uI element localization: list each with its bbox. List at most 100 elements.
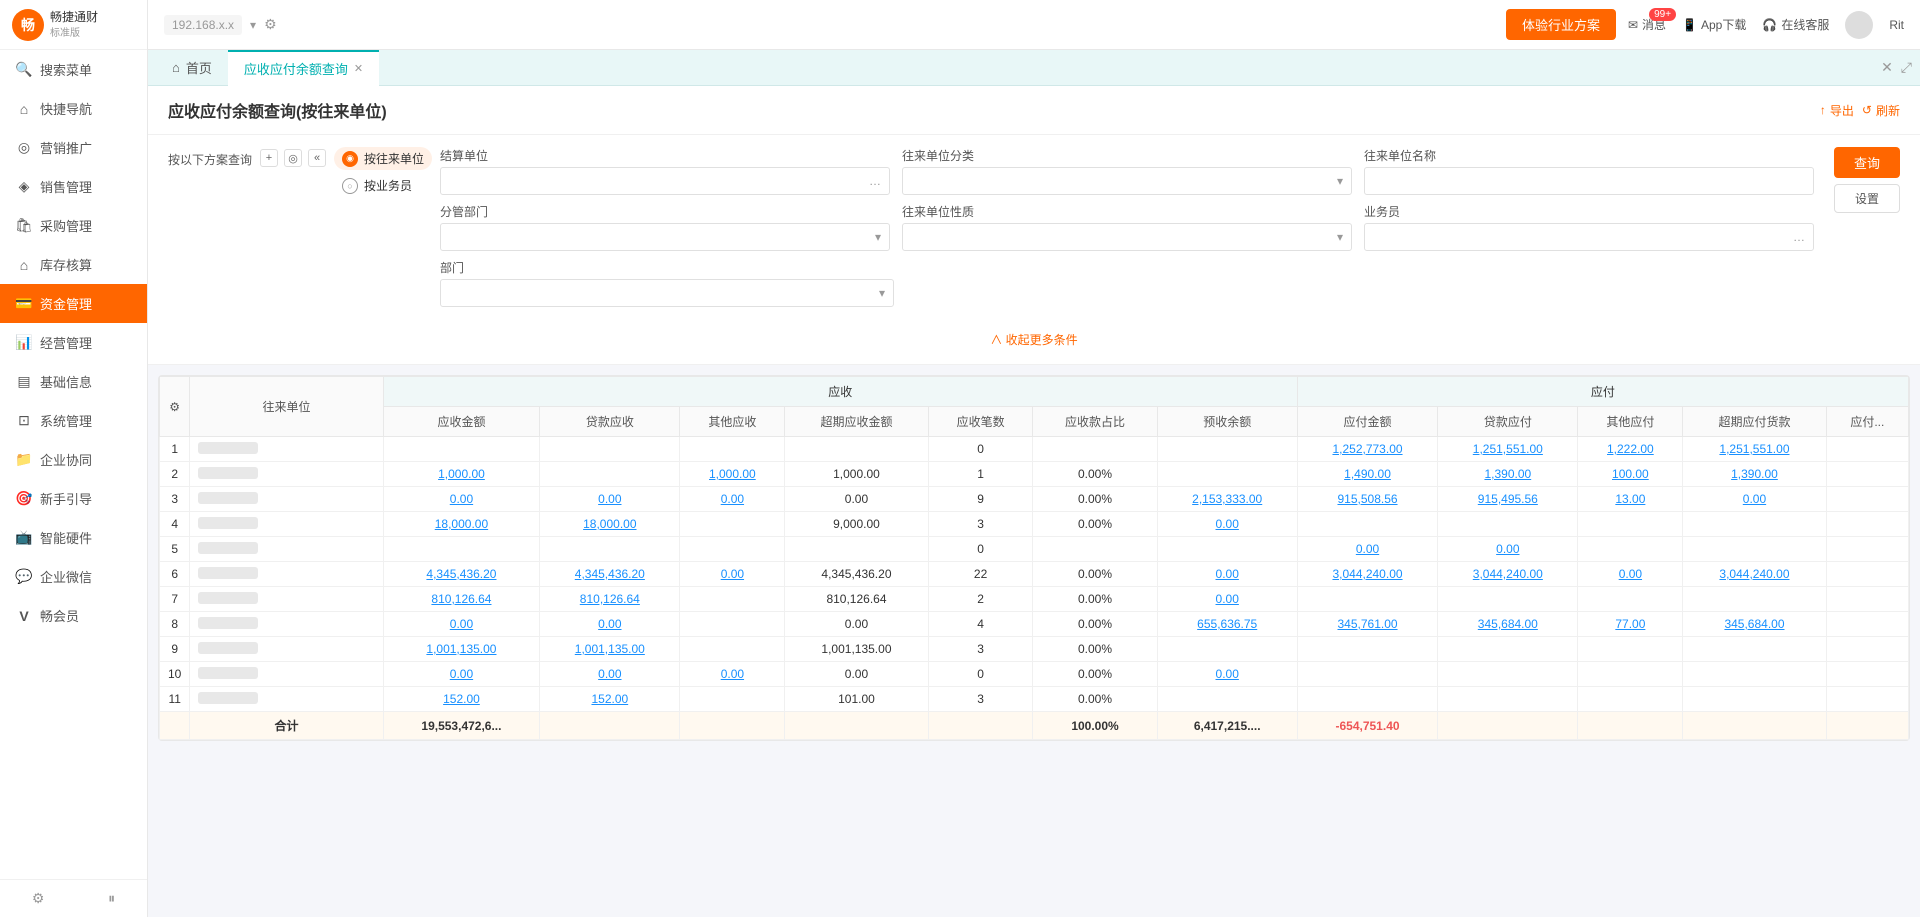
row-ap-amount: 1,490.00 bbox=[1297, 462, 1437, 487]
tab-home[interactable]: ⌂ 首页 bbox=[156, 50, 228, 86]
collapse-icon: ∧ bbox=[990, 333, 1002, 347]
row-index: 11 bbox=[160, 687, 190, 712]
message-badge: 99+ bbox=[1649, 8, 1676, 21]
sidebar-item-system[interactable]: ⊡ 系统管理 bbox=[0, 401, 147, 440]
system-icon: ⊡ bbox=[16, 413, 32, 429]
filter-fields: 结算单位 … 往来单位分类 ▾ bbox=[440, 147, 1814, 315]
dept-input[interactable]: ▾ bbox=[440, 279, 894, 307]
scheme-add-icon[interactable]: + bbox=[260, 149, 278, 167]
user-avatar[interactable] bbox=[1845, 11, 1873, 39]
tab-bar: ⌂ 首页 应收应付余额查询 ✕ ✕ ⤢ bbox=[148, 50, 1920, 86]
filter-row-1: 结算单位 … 往来单位分类 ▾ bbox=[440, 147, 1814, 195]
row-partner bbox=[190, 562, 383, 587]
row-ar-other bbox=[680, 437, 785, 462]
row-ar-prepay: 0.00 bbox=[1157, 587, 1297, 612]
sidebar-item-marketing[interactable]: ◎ 营销推广 bbox=[0, 128, 147, 167]
scheme-active-icon: ◉ bbox=[342, 151, 358, 167]
scheme-option-partner[interactable]: ◉ 按往来单位 bbox=[334, 147, 432, 170]
tab-home-label: 首页 bbox=[186, 58, 212, 77]
collapse-button[interactable]: ∧ 收起更多条件 bbox=[168, 327, 1900, 352]
search-icon: 🔍 bbox=[16, 62, 32, 78]
sidebar-item-quick-nav[interactable]: ⌂ 快捷导航 bbox=[0, 89, 147, 128]
header-dropdown-icon[interactable]: ▾ bbox=[250, 18, 256, 32]
settlement-input[interactable]: … bbox=[440, 167, 890, 195]
tab-query[interactable]: 应收应付余额查询 ✕ bbox=[228, 50, 379, 86]
refresh-button[interactable]: ↺ 刷新 bbox=[1862, 102, 1900, 119]
sidebar-item-corp[interactable]: 📁 企业协同 bbox=[0, 440, 147, 479]
row-ar-other: 0.00 bbox=[680, 562, 785, 587]
app-download-button[interactable]: 📱 App下载 bbox=[1682, 16, 1746, 33]
row-ar-overdue: 0.00 bbox=[785, 487, 928, 512]
row-ap-loan: 1,251,551.00 bbox=[1438, 437, 1578, 462]
row-ar-prepay: 2,153,333.00 bbox=[1157, 487, 1297, 512]
row-ap-other bbox=[1578, 537, 1683, 562]
th-ar-overdue: 超期应收金额 bbox=[785, 407, 928, 437]
row-ap-remaining bbox=[1826, 512, 1908, 537]
row-index: 4 bbox=[160, 512, 190, 537]
partner-nature-arrow: ▾ bbox=[1337, 230, 1343, 244]
partner-nature-input[interactable]: ▾ bbox=[902, 223, 1352, 251]
app-label: App下载 bbox=[1701, 16, 1746, 33]
row-ar-other bbox=[680, 687, 785, 712]
online-service-button[interactable]: 🎧 在线客服 bbox=[1762, 16, 1829, 33]
sidebar-item-ops[interactable]: 📊 经营管理 bbox=[0, 323, 147, 362]
tab-maximize-icon[interactable]: ⤢ bbox=[1901, 59, 1912, 76]
sidebar-item-inventory[interactable]: ⌂ 库存核算 bbox=[0, 245, 147, 284]
total-ap-amount: -654,751.40 bbox=[1297, 712, 1437, 740]
ops-icon: 📊 bbox=[16, 335, 32, 351]
header-gear-icon[interactable]: ⚙ bbox=[264, 16, 277, 33]
row-ar-count: 1 bbox=[928, 462, 1033, 487]
table-row: 9 1,001,135.00 1,001,135.00 1,001,135.00… bbox=[160, 637, 1909, 662]
row-ar-overdue: 810,126.64 bbox=[785, 587, 928, 612]
tab-close-icon[interactable]: ✕ bbox=[354, 62, 363, 75]
row-partner bbox=[190, 537, 383, 562]
partner-name-input[interactable] bbox=[1364, 167, 1814, 195]
trial-button[interactable]: 体验行业方案 bbox=[1506, 9, 1616, 40]
filter-field-partner-name: 往来单位名称 bbox=[1364, 147, 1814, 195]
sidebar-item-guide[interactable]: 🎯 新手引导 bbox=[0, 479, 147, 518]
export-button[interactable]: ↑ 导出 bbox=[1820, 102, 1854, 119]
scheme-edit-icon[interactable]: ◎ bbox=[284, 149, 302, 167]
row-ar-ratio: 0.00% bbox=[1033, 612, 1157, 637]
query-button[interactable]: 查询 bbox=[1834, 147, 1900, 178]
breadcrumb: 192.168.x.x ▾ ⚙ bbox=[164, 15, 1494, 35]
total-ar-ratio: 100.00% bbox=[1033, 712, 1157, 740]
sidebar-label-corp: 企业协同 bbox=[40, 450, 92, 469]
username-label[interactable]: Rit bbox=[1889, 18, 1904, 32]
table-settings-icon[interactable]: ⚙ bbox=[169, 400, 180, 414]
partner-name bbox=[198, 492, 258, 504]
sidebar-item-vip[interactable]: V 畅会员 bbox=[0, 596, 147, 635]
salesperson-input[interactable]: … bbox=[1364, 223, 1814, 251]
tab-close-window-icon[interactable]: ✕ bbox=[1881, 59, 1893, 76]
row-ar-ratio: 0.00% bbox=[1033, 587, 1157, 612]
row-ar-other: 0.00 bbox=[680, 487, 785, 512]
dept-manager-input[interactable]: ▾ bbox=[440, 223, 890, 251]
row-ap-loan bbox=[1438, 587, 1578, 612]
sidebar-item-basic[interactable]: ▤ 基础信息 bbox=[0, 362, 147, 401]
logo-icon: 畅 bbox=[12, 9, 44, 41]
sidebar-item-wechat[interactable]: 💬 企业微信 bbox=[0, 557, 147, 596]
tab-query-label: 应收应付余额查询 bbox=[244, 59, 348, 78]
dept-label: 部门 bbox=[440, 259, 894, 276]
sidebar-label-purchase: 采购管理 bbox=[40, 216, 92, 235]
filter-field-dept: 部门 ▾ bbox=[440, 259, 894, 307]
row-ar-ratio: 0.00% bbox=[1033, 487, 1157, 512]
sidebar-settings-btn[interactable]: ⚙ bbox=[32, 890, 45, 907]
row-ap-overdue: 1,251,551.00 bbox=[1683, 437, 1826, 462]
scheme-option-salesperson[interactable]: ○ 按业务员 bbox=[334, 174, 432, 197]
th-ap-other: 其他应付 bbox=[1578, 407, 1683, 437]
table-row: 6 4,345,436.20 4,345,436.20 0.00 4,345,4… bbox=[160, 562, 1909, 587]
message-button[interactable]: ✉ 消息 99+ bbox=[1628, 16, 1666, 33]
filter-scheme: 按以下方案查询 + ◎ « ◉ 按往来单位 ○ 按业务员 bbox=[168, 147, 1900, 315]
settings-button[interactable]: 设置 bbox=[1834, 184, 1900, 213]
sidebar-item-hardware[interactable]: 📺 智能硬件 bbox=[0, 518, 147, 557]
sidebar-item-search-menu[interactable]: 🔍 搜索菜单 bbox=[0, 50, 147, 89]
sidebar-item-sales[interactable]: ◈ 销售管理 bbox=[0, 167, 147, 206]
sidebar-item-purchase[interactable]: 🛍 采购管理 bbox=[0, 206, 147, 245]
sidebar-collapse-btn[interactable]: ⏸ bbox=[108, 890, 115, 907]
main-content: 192.168.x.x ▾ ⚙ 体验行业方案 ✉ 消息 99+ 📱 App下载 … bbox=[148, 0, 1920, 917]
sidebar-item-finance[interactable]: 💳 资金管理 bbox=[0, 284, 147, 323]
purchase-icon: 🛍 bbox=[16, 218, 32, 234]
scheme-back-icon[interactable]: « bbox=[308, 149, 326, 167]
partner-category-input[interactable]: ▾ bbox=[902, 167, 1352, 195]
